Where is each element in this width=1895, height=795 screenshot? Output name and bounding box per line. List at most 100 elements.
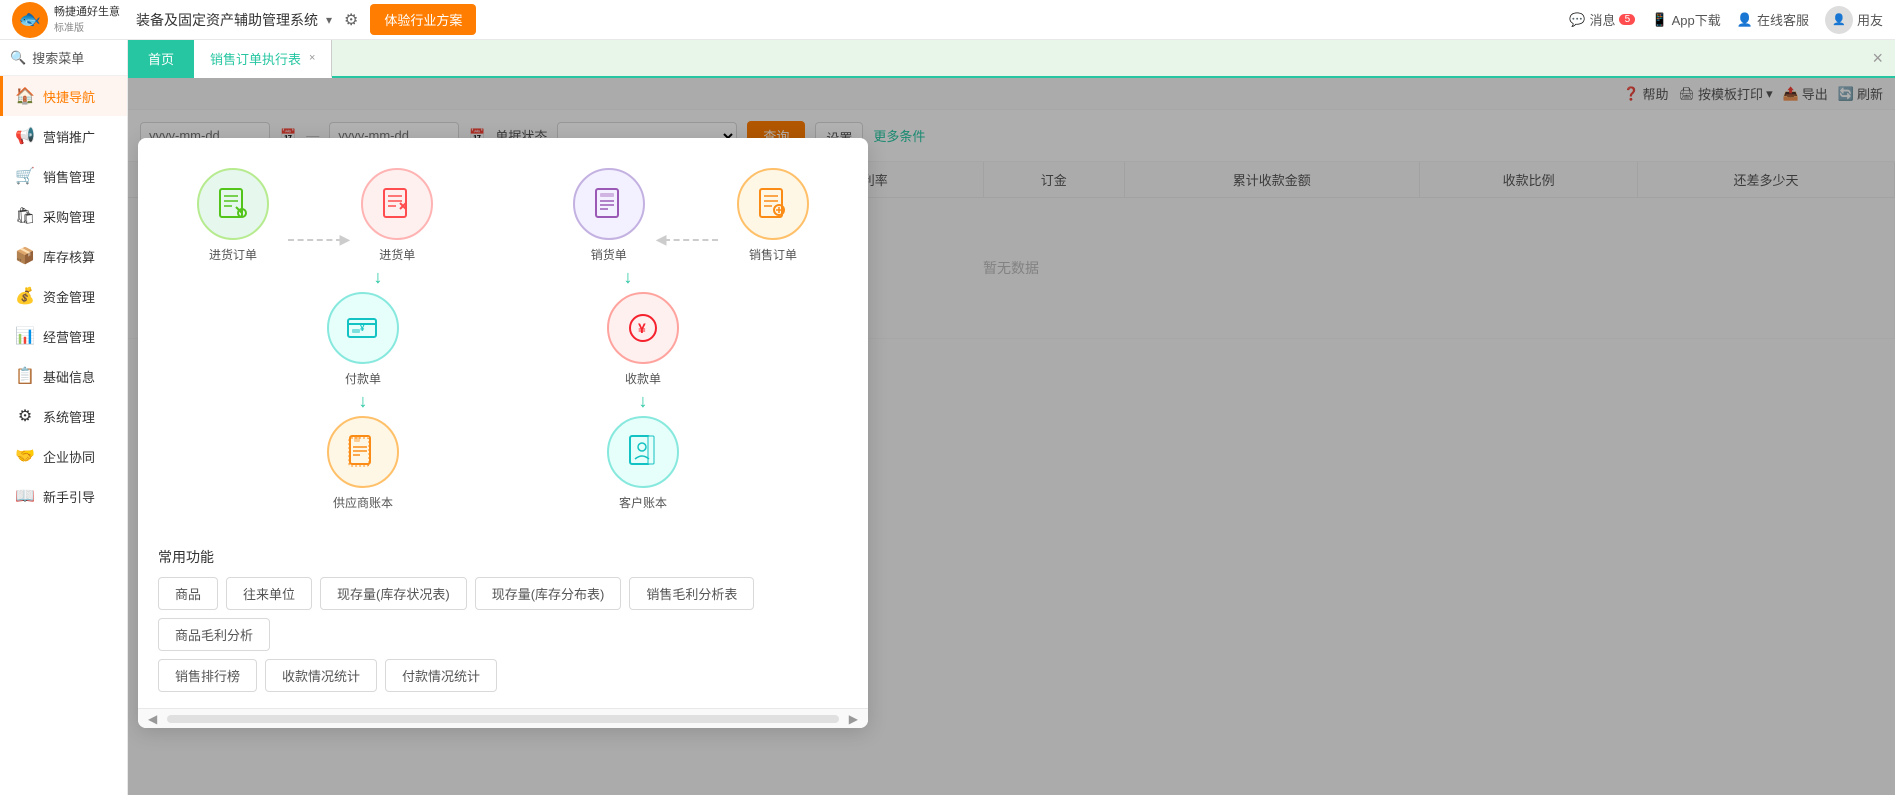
- arrow-down-sb: ↓: [624, 267, 633, 288]
- purchase-order-node[interactable]: 进货订单: [168, 168, 298, 263]
- sidebar-item-purchase[interactable]: 🛍 采购管理: [0, 196, 127, 236]
- sidebar-item-inventory[interactable]: 📦 库存核算: [0, 236, 127, 276]
- sidebar-item-marketing[interactable]: 📢 营销推广: [0, 116, 127, 156]
- sales-order-label: 销售订单: [749, 246, 797, 263]
- sidebar-item-label-finance: 资金管理: [43, 287, 95, 306]
- tab-sales-order-label: 销售订单执行表: [210, 49, 301, 68]
- content-area: 首页 销售订单执行表 × × ❓ 帮助: [128, 40, 1895, 795]
- cf-btn-partners[interactable]: 往来单位: [226, 577, 312, 610]
- sales-order-icon: [754, 185, 792, 223]
- payment-bill-node[interactable]: ¥ 付款单: [298, 292, 428, 387]
- cf-btn-goods[interactable]: 商品: [158, 577, 218, 610]
- quick-nav-icon: 🏠: [15, 86, 35, 106]
- flow-modal-overlay[interactable]: 进货订单 ▶: [128, 78, 1895, 795]
- logo-text: 畅捷通好生意: [54, 5, 120, 19]
- user-button[interactable]: 👤 用友: [1825, 6, 1883, 34]
- message-button[interactable]: 💬 消息 5: [1569, 10, 1635, 29]
- app-icon: 📱: [1651, 12, 1667, 28]
- sidebar-item-label-sales: 销售管理: [43, 167, 95, 186]
- scroll-right-arrow[interactable]: ▶: [849, 712, 858, 726]
- trial-button[interactable]: 体验行业方案: [370, 4, 476, 35]
- flow-content: 进货订单 ▶: [138, 138, 868, 547]
- search-label: 搜索菜单: [32, 48, 84, 67]
- svg-text:¥: ¥: [638, 320, 646, 336]
- receipt-bill-node[interactable]: ¥ 收款单: [578, 292, 708, 387]
- sidebar-item-finance[interactable]: 💰 资金管理: [0, 276, 127, 316]
- inventory-icon: 📦: [15, 246, 35, 266]
- supplier-ledger-label: 供应商账本: [333, 494, 393, 511]
- sidebar-item-label-purchase: 采购管理: [43, 207, 95, 226]
- sidebar-item-sales[interactable]: 🛒 销售管理: [0, 156, 127, 196]
- cf-btn-sales-profit[interactable]: 销售毛利分析表: [629, 577, 754, 610]
- search-icon: 🔍: [10, 50, 26, 66]
- enterprise-icon: 🤝: [15, 446, 35, 466]
- app-download-label: App下载: [1672, 10, 1721, 29]
- cf-btn-stock-status[interactable]: 现存量(库存状况表): [320, 577, 467, 610]
- online-service-button[interactable]: 👤 在线客服: [1737, 10, 1809, 29]
- cf-btn-sales-rank[interactable]: 销售排行榜: [158, 659, 257, 692]
- payment-bill-icon: ¥: [344, 309, 382, 347]
- tabs-bar: 首页 销售订单执行表 × ×: [128, 40, 1895, 78]
- tabs-close-all-icon[interactable]: ×: [1872, 48, 1883, 68]
- sales-bill-label: 销货单: [591, 246, 627, 263]
- sidebar-item-operations[interactable]: 📊 经营管理: [0, 316, 127, 356]
- flow-row-3: 供应商账本: [168, 416, 838, 511]
- tab-close-icon[interactable]: ×: [309, 52, 315, 64]
- sidebar-item-enterprise[interactable]: 🤝 企业协同: [0, 436, 127, 476]
- app-download-button[interactable]: 📱 App下载: [1651, 10, 1720, 29]
- system-title-area: 装备及固定资产辅助管理系统 ▾ ⚙: [136, 10, 358, 30]
- supplier-ledger-node[interactable]: 供应商账本: [298, 416, 428, 511]
- purchase-order-icon: [214, 185, 252, 223]
- purchase-order-circle: [197, 168, 269, 240]
- sales-bill-node[interactable]: 销货单: [544, 168, 674, 263]
- customer-ledger-label: 客户账本: [619, 494, 667, 511]
- scroll-track[interactable]: [167, 715, 839, 723]
- sidebar-item-quick-nav[interactable]: 🏠 快捷导航: [0, 76, 127, 116]
- basic-icon: 📋: [15, 366, 35, 386]
- cf-btn-goods-profit[interactable]: 商品毛利分析: [158, 618, 270, 651]
- receipt-bill-icon: ¥: [624, 309, 662, 347]
- purchase-bill-node[interactable]: 进货单: [332, 168, 462, 263]
- tab-home[interactable]: 首页: [128, 40, 194, 77]
- receipt-bill-label: 收款单: [625, 370, 661, 387]
- flow-arrows-down-row: ↓ ↓: [168, 267, 838, 288]
- sidebar-search[interactable]: 🔍 搜索菜单: [0, 40, 127, 76]
- logo-area: 🐟 畅捷通好生意 标准版: [12, 2, 120, 38]
- arrow-down-receipt: ↓: [639, 391, 648, 412]
- sales-bill-circle: [573, 168, 645, 240]
- newbie-icon: 📖: [15, 486, 35, 506]
- tab-sales-order[interactable]: 销售订单执行表 ×: [194, 40, 332, 78]
- content-main: ❓ 帮助 🖨 按模板打印 ▾ 📤 导出 🔄 刷新: [128, 78, 1895, 795]
- flow-row-1: 进货订单 ▶: [168, 168, 838, 263]
- cf-btn-stock-dist[interactable]: 现存量(库存分布表): [475, 577, 622, 610]
- customer-ledger-circle: [607, 416, 679, 488]
- sidebar-item-system[interactable]: ⚙ 系统管理: [0, 396, 127, 436]
- logo-sub: 标准版: [54, 19, 120, 34]
- arrow-po-pb: ▶: [288, 239, 342, 241]
- sidebar: 🔍 搜索菜单 🏠 快捷导航 📢 营销推广 🛒 销售管理 🛍 采购管理 📦: [0, 40, 128, 795]
- cf-btn-receipt-stats[interactable]: 收款情况统计: [265, 659, 377, 692]
- svg-text:¥: ¥: [360, 324, 365, 333]
- operations-icon: 📊: [15, 326, 35, 346]
- title-dropdown-icon[interactable]: ▾: [326, 13, 332, 27]
- sidebar-item-label-system: 系统管理: [43, 407, 95, 426]
- flow-modal: 进货订单 ▶: [138, 138, 868, 728]
- purchase-order-label: 进货订单: [209, 246, 257, 263]
- message-label: 消息: [1589, 10, 1615, 29]
- sidebar-item-newbie[interactable]: 📖 新手引导: [0, 476, 127, 516]
- system-icon: ⚙: [15, 406, 35, 426]
- arrow-down-pb: ↓: [374, 267, 383, 288]
- common-buttons-row2: 销售排行榜 收款情况统计 付款情况统计: [158, 659, 848, 692]
- supplier-ledger-icon: [344, 433, 382, 471]
- settings-icon[interactable]: ⚙: [344, 10, 358, 30]
- scroll-left-arrow[interactable]: ◀: [148, 712, 157, 726]
- common-functions-section: 常用功能 商品 往来单位 现存量(库存状况表) 现存量(库存分布表) 销售毛利分…: [138, 547, 868, 708]
- sales-order-node[interactable]: 销售订单: [708, 168, 838, 263]
- top-bar: 🐟 畅捷通好生意 标准版 装备及固定资产辅助管理系统 ▾ ⚙ 体验行业方案 💬 …: [0, 0, 1895, 40]
- cf-btn-payment-stats[interactable]: 付款情况统计: [385, 659, 497, 692]
- customer-ledger-node[interactable]: 客户账本: [578, 416, 708, 511]
- sidebar-item-label-inventory: 库存核算: [43, 247, 95, 266]
- sidebar-item-basic[interactable]: 📋 基础信息: [0, 356, 127, 396]
- sales-order-circle: [737, 168, 809, 240]
- modal-scrollbar[interactable]: ◀ ▶: [138, 708, 868, 728]
